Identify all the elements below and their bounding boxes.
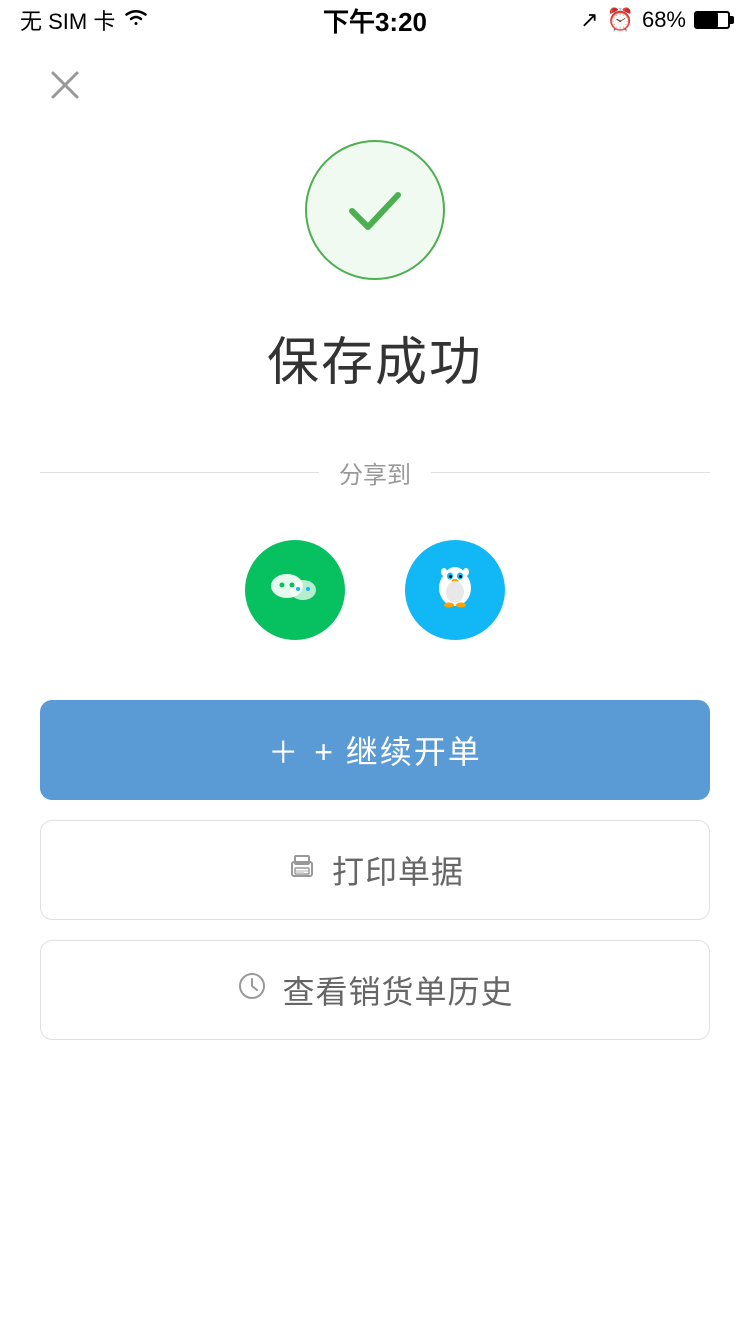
continue-order-label: + 继续开单 [314, 727, 482, 773]
wifi-icon [123, 7, 149, 33]
plus-icon: ＋ [268, 728, 300, 772]
battery-icon [694, 11, 730, 29]
wechat-share-button[interactable] [245, 540, 345, 640]
status-time: 下午3:20 [323, 2, 427, 39]
action-buttons: ＋ + 继续开单 打印单据 [40, 700, 710, 1040]
print-icon [286, 850, 318, 890]
close-button[interactable] [40, 60, 90, 110]
status-left: 无 SIM 卡 [20, 4, 149, 36]
qq-icon [425, 560, 485, 620]
share-label: 分享到 [339, 455, 411, 490]
location-icon: ↗ [580, 7, 598, 33]
divider-line-left [40, 472, 319, 473]
history-label: 查看销货单历史 [282, 967, 513, 1013]
success-circle [305, 140, 445, 280]
continue-order-button[interactable]: ＋ + 继续开单 [40, 700, 710, 800]
checkmark-icon [340, 175, 410, 245]
printer-svg [286, 850, 318, 882]
alarm-icon: ⏰ [607, 7, 634, 33]
print-label: 打印单据 [332, 847, 464, 893]
clock-svg [236, 970, 268, 1002]
wechat-icon [265, 560, 325, 620]
share-icons-container [245, 540, 505, 640]
sim-status: 无 SIM 卡 [20, 4, 115, 36]
share-divider: 分享到 [40, 455, 710, 490]
history-icon [236, 970, 268, 1010]
success-title: 保存成功 [267, 320, 483, 395]
battery-percent: 68% [642, 7, 686, 33]
status-bar: 无 SIM 卡 下午3:20 ↗ ⏰ 68% [0, 0, 750, 40]
main-content: 保存成功 分享到 [0, 40, 750, 1334]
close-icon [47, 67, 83, 103]
status-right: ↗ ⏰ 68% [580, 7, 730, 33]
divider-line-right [431, 472, 710, 473]
print-button[interactable]: 打印单据 [40, 820, 710, 920]
history-button[interactable]: 查看销货单历史 [40, 940, 710, 1040]
qq-share-button[interactable] [405, 540, 505, 640]
